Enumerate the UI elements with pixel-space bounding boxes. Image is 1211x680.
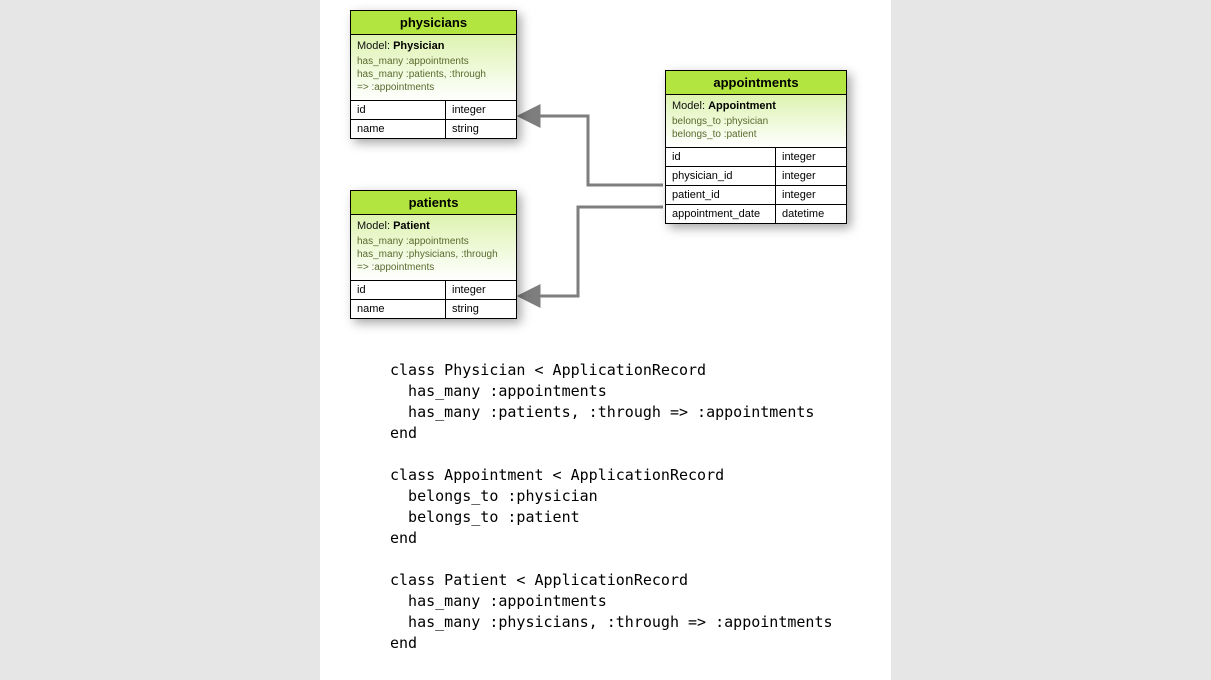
column-type: string [446,120,517,139]
column-type: integer [776,186,847,205]
table-row: name string [351,120,516,139]
assoc-line: belongs_to :patient [672,128,840,141]
table-row: id integer [351,101,516,120]
table-row: id integer [666,148,846,167]
model-line: Model: Patient [357,219,510,233]
connector-appointments-patients [519,207,663,296]
entity-title: appointments [666,71,846,95]
columns-table: id integer name string [351,281,516,318]
diagram-page: physicians Model: Physician has_many :ap… [320,0,891,680]
table-row: physician_id integer [666,167,846,186]
column-name: name [351,300,446,319]
column-type: integer [446,101,517,120]
assoc-line: has_many :appointments [357,55,510,68]
column-name: id [666,148,776,167]
table-row: patient_id integer [666,186,846,205]
assoc-line: has_many :appointments [357,235,510,248]
entity-title: physicians [351,11,516,35]
entity-title: patients [351,191,516,215]
column-type: integer [776,148,847,167]
column-type: integer [446,281,517,300]
entity-patients: patients Model: Patient has_many :appoin… [350,190,517,319]
model-name: Patient [393,220,430,232]
entity-meta: Model: Physician has_many :appointments … [351,35,516,101]
assoc-line: belongs_to :physician [672,115,840,128]
entity-appointments: appointments Model: Appointment belongs_… [665,70,847,224]
table-row: name string [351,300,516,319]
connector-appointments-physicians [519,116,663,185]
code-block: class Physician < ApplicationRecord has_… [390,360,833,654]
columns-table: id integer name string [351,101,516,138]
assoc-line: has_many :physicians, :through [357,248,510,261]
column-name: id [351,101,446,120]
model-name: Physician [393,40,444,52]
model-name: Appointment [708,100,776,112]
column-name: physician_id [666,167,776,186]
columns-table: id integer physician_id integer patient_… [666,148,846,223]
column-type: datetime [776,205,847,224]
entity-meta: Model: Patient has_many :appointments ha… [351,215,516,281]
assoc-line: has_many :patients, :through [357,68,510,81]
model-line: Model: Appointment [672,99,840,113]
table-row: appointment_date datetime [666,205,846,224]
assoc-line: => :appointments [357,261,510,274]
entity-meta: Model: Appointment belongs_to :physician… [666,95,846,148]
column-type: integer [776,167,847,186]
model-prefix: Model: [357,220,393,232]
column-name: id [351,281,446,300]
column-name: appointment_date [666,205,776,224]
column-name: patient_id [666,186,776,205]
assoc-line: => :appointments [357,81,510,94]
entity-physicians: physicians Model: Physician has_many :ap… [350,10,517,139]
model-prefix: Model: [672,100,708,112]
table-row: id integer [351,281,516,300]
model-line: Model: Physician [357,39,510,53]
column-type: string [446,300,517,319]
column-name: name [351,120,446,139]
model-prefix: Model: [357,40,393,52]
